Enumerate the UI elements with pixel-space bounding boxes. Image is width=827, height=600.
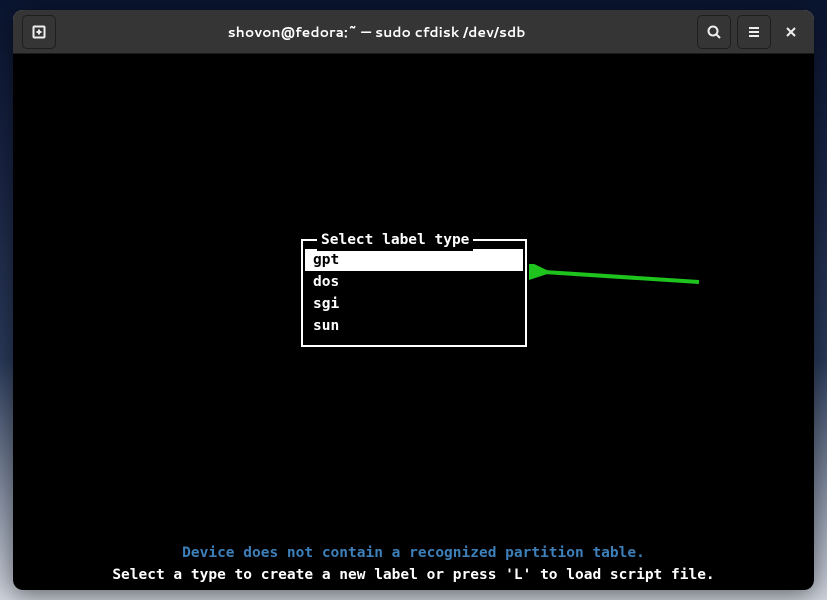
search-button[interactable] xyxy=(697,15,731,49)
label-option-sun[interactable]: sun xyxy=(303,315,525,337)
menu-button[interactable] xyxy=(737,15,771,49)
hamburger-icon xyxy=(746,24,762,40)
status-message-warning: Device does not contain a recognized par… xyxy=(13,542,814,564)
status-message-hint: Select a type to create a new label or p… xyxy=(13,564,814,586)
titlebar: shovon@fedora:~ — sudo cfdisk /dev/sdb xyxy=(13,10,814,54)
dialog-item-list: gpt dos sgi sun xyxy=(303,249,525,337)
window-title: shovon@fedora:~ — sudo cfdisk /dev/sdb xyxy=(59,22,694,42)
label-option-dos[interactable]: dos xyxy=(303,271,525,293)
label-option-gpt[interactable]: gpt xyxy=(305,249,523,271)
dialog-title: Select label type xyxy=(317,229,473,251)
label-option-sgi[interactable]: sgi xyxy=(303,293,525,315)
terminal-window: shovon@fedora:~ — sudo cfdisk /dev/sdb S… xyxy=(13,10,814,590)
label-type-dialog: Select label type gpt dos sgi sun xyxy=(301,239,527,347)
arrow-annotation-icon xyxy=(529,264,709,294)
close-icon xyxy=(783,24,799,40)
close-button[interactable] xyxy=(774,15,808,49)
new-tab-button[interactable] xyxy=(22,15,56,49)
search-icon xyxy=(706,24,722,40)
new-tab-icon xyxy=(31,24,47,40)
terminal-content[interactable]: Select label type gpt dos sgi sun Device… xyxy=(13,54,814,590)
